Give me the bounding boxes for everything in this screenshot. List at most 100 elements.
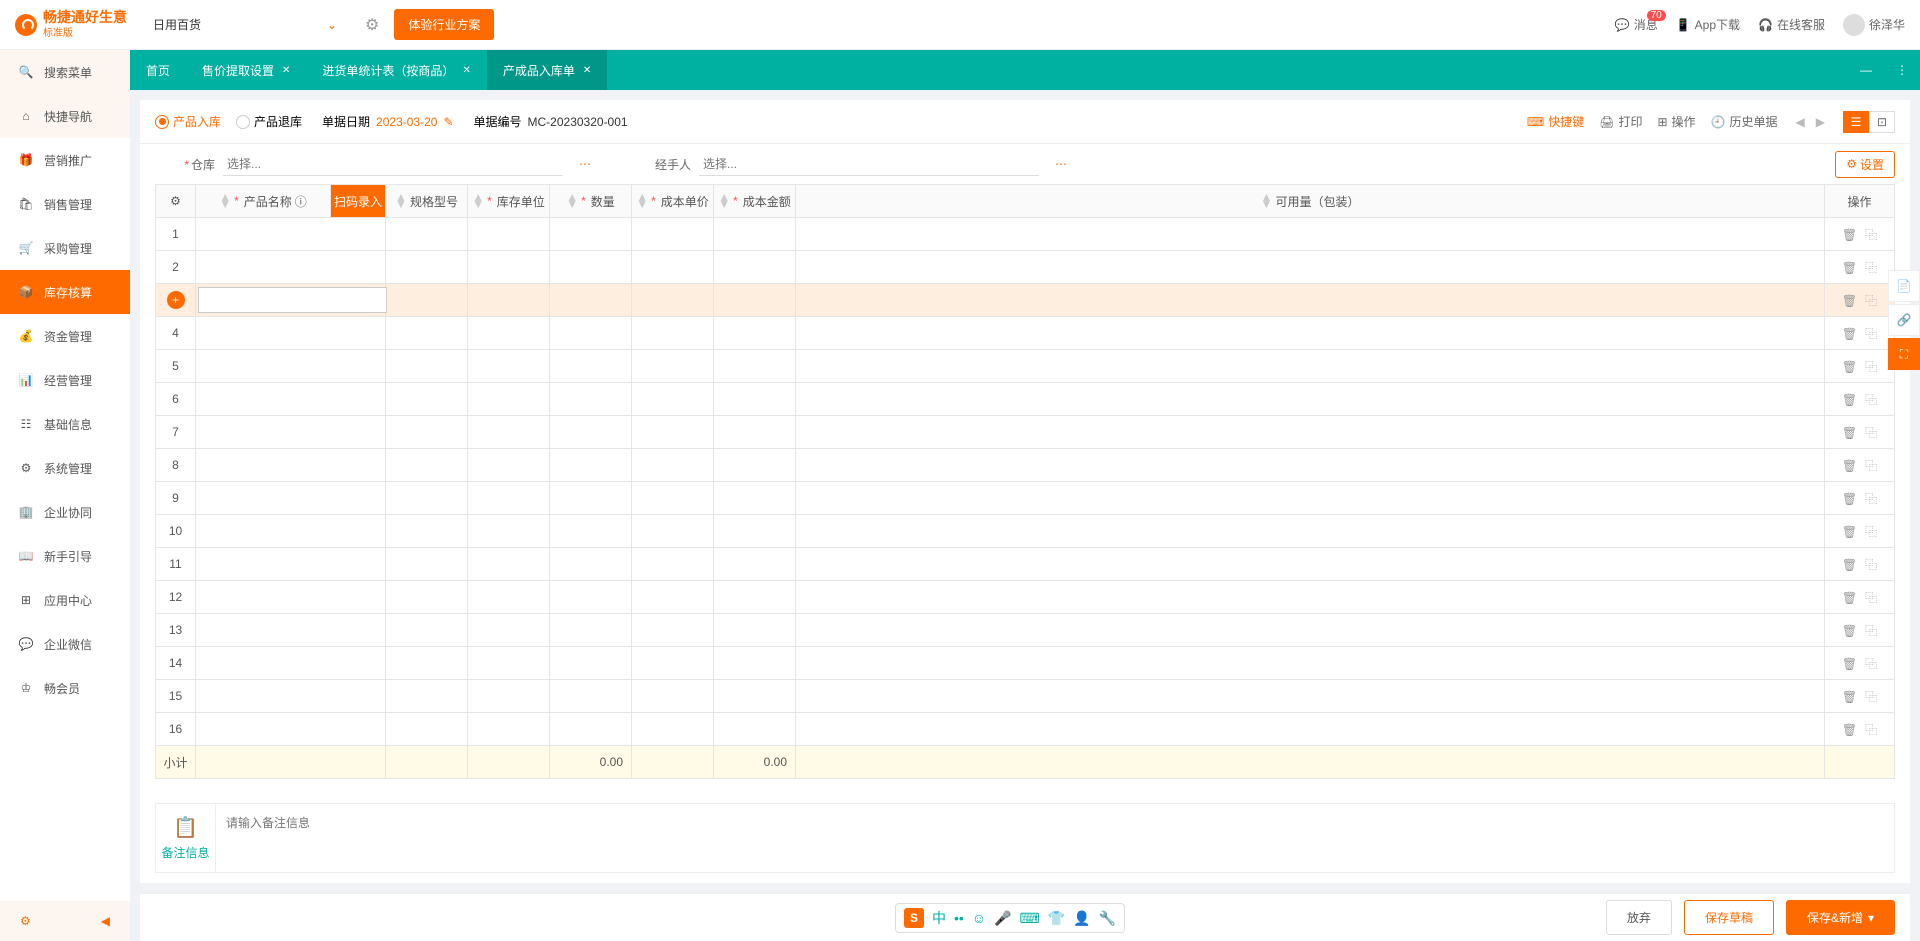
- copy-icon[interactable]: ⿻: [1865, 294, 1877, 308]
- save-draft-button[interactable]: 保存草稿: [1684, 900, 1774, 935]
- product-name-input[interactable]: [198, 287, 387, 313]
- cell-name[interactable]: [196, 449, 386, 482]
- scan-entry-button[interactable]: 扫码录入: [331, 185, 386, 218]
- cell-name[interactable]: [196, 350, 386, 383]
- cell-spec[interactable]: [386, 251, 468, 284]
- cell-amt[interactable]: [714, 713, 796, 746]
- cell-qty[interactable]: [550, 416, 632, 449]
- tab-1[interactable]: 售价提取设置✕: [186, 50, 306, 90]
- cell-avail[interactable]: [796, 383, 1825, 416]
- cell-spec[interactable]: [386, 482, 468, 515]
- view-detail-button[interactable]: ⊡: [1869, 111, 1895, 133]
- cell-name[interactable]: [196, 482, 386, 515]
- copy-icon[interactable]: ⿻: [1865, 525, 1877, 539]
- copy-icon[interactable]: ⿻: [1865, 624, 1877, 638]
- ime-keyboard-icon[interactable]: ⌨: [1020, 910, 1040, 927]
- cell-spec[interactable]: [386, 416, 468, 449]
- cell-name[interactable]: [196, 581, 386, 614]
- cell-unit[interactable]: [468, 482, 550, 515]
- cell-amt[interactable]: [714, 350, 796, 383]
- cell-qty[interactable]: [550, 482, 632, 515]
- sidebar-item-13[interactable]: 💬企业微信: [0, 622, 130, 666]
- cell-name[interactable]: [196, 218, 386, 251]
- delete-icon[interactable]: 🗑: [1842, 591, 1857, 605]
- table-container[interactable]: ⚙ ▲▼*产品名称ⓘ 扫码录入 ▲▼规格型号 ▲▼*库存单位 ▲▼*数量 ▲▼*…: [140, 184, 1910, 803]
- cell-name[interactable]: [196, 317, 386, 350]
- prev-button[interactable]: ◀: [1793, 112, 1808, 132]
- cell-price[interactable]: [632, 449, 714, 482]
- table-row[interactable]: 14🗑⿻: [156, 647, 1895, 680]
- table-row[interactable]: 13🗑⿻: [156, 614, 1895, 647]
- cell-unit[interactable]: [468, 317, 550, 350]
- copy-icon[interactable]: ⿻: [1865, 591, 1877, 605]
- cell-unit[interactable]: [468, 350, 550, 383]
- cell-qty[interactable]: [550, 317, 632, 350]
- delete-icon[interactable]: 🗑: [1842, 393, 1857, 407]
- table-row[interactable]: 2🗑⿻: [156, 251, 1895, 284]
- cell-price[interactable]: [632, 581, 714, 614]
- cell-price[interactable]: [632, 482, 714, 515]
- cell-amt[interactable]: [714, 581, 796, 614]
- sidebar-item-3[interactable]: 🛍销售管理: [0, 182, 130, 226]
- sidebar-item-10[interactable]: 🏢企业协同: [0, 490, 130, 534]
- cell-price[interactable]: [632, 218, 714, 251]
- sidebar-item-4[interactable]: 🛒采购管理: [0, 226, 130, 270]
- operate-button[interactable]: ⊞操作: [1657, 113, 1695, 130]
- print-button[interactable]: 🖨打印: [1599, 113, 1642, 130]
- cell-avail[interactable]: [796, 416, 1825, 449]
- cell-spec[interactable]: [386, 548, 468, 581]
- col-available[interactable]: ▲▼可用量（包装）: [796, 185, 1825, 218]
- cell-name[interactable]: [196, 614, 386, 647]
- ime-tools-icon[interactable]: 🔧: [1099, 910, 1116, 927]
- cell-avail[interactable]: [796, 680, 1825, 713]
- gear-icon[interactable]: ⚙: [365, 15, 379, 35]
- copy-icon[interactable]: ⿻: [1865, 558, 1877, 572]
- cell-price[interactable]: [632, 614, 714, 647]
- ime-toolbar[interactable]: S 中 •• ☺ 🎤 ⌨ 👕 👤 🔧: [895, 903, 1125, 933]
- col-config[interactable]: ⚙: [156, 185, 196, 218]
- cell-amt[interactable]: [714, 515, 796, 548]
- cell-price[interactable]: [632, 284, 714, 317]
- delete-icon[interactable]: 🗑: [1842, 294, 1857, 308]
- cell-unit[interactable]: [468, 416, 550, 449]
- remarks-input[interactable]: [216, 804, 1894, 872]
- next-button[interactable]: ▶: [1813, 112, 1828, 132]
- copy-icon[interactable]: ⿻: [1865, 657, 1877, 671]
- app-download-button[interactable]: 📱 App下载: [1676, 16, 1740, 33]
- cell-amt[interactable]: [714, 383, 796, 416]
- table-row[interactable]: 11🗑⿻: [156, 548, 1895, 581]
- cell-qty[interactable]: [550, 218, 632, 251]
- table-row[interactable]: +🗑⿻: [156, 284, 1895, 317]
- cell-avail[interactable]: [796, 218, 1825, 251]
- cell-avail[interactable]: [796, 548, 1825, 581]
- cell-unit[interactable]: [468, 251, 550, 284]
- cell-amt[interactable]: [714, 647, 796, 680]
- cell-unit[interactable]: [468, 515, 550, 548]
- cell-name[interactable]: [196, 713, 386, 746]
- ime-punct-icon[interactable]: ••: [954, 910, 964, 926]
- cell-price[interactable]: [632, 416, 714, 449]
- table-row[interactable]: 12🗑⿻: [156, 581, 1895, 614]
- table-row[interactable]: 8🗑⿻: [156, 449, 1895, 482]
- table-row[interactable]: 16🗑⿻: [156, 713, 1895, 746]
- copy-icon[interactable]: ⿻: [1865, 690, 1877, 704]
- cell-name[interactable]: [196, 284, 386, 317]
- view-list-button[interactable]: ☰: [1843, 111, 1869, 133]
- ime-skin-icon[interactable]: 👕: [1048, 910, 1065, 927]
- cell-spec[interactable]: [386, 383, 468, 416]
- cell-name[interactable]: [196, 548, 386, 581]
- tab-2[interactable]: 进货单统计表（按商品）✕: [306, 50, 486, 90]
- copy-icon[interactable]: ⿻: [1865, 261, 1877, 275]
- warehouse-input[interactable]: [223, 153, 563, 176]
- shortcut-button[interactable]: ⌨快捷键: [1527, 113, 1584, 130]
- sidebar-item-2[interactable]: 🎁营销推广: [0, 138, 130, 182]
- cell-spec[interactable]: [386, 614, 468, 647]
- delete-icon[interactable]: 🗑: [1842, 492, 1857, 506]
- cell-spec[interactable]: [386, 680, 468, 713]
- cell-avail[interactable]: [796, 251, 1825, 284]
- setting-button[interactable]: ⚙ 设置: [1835, 151, 1895, 178]
- cell-qty[interactable]: [550, 614, 632, 647]
- save-new-button[interactable]: 保存&新增 ▾: [1786, 900, 1895, 935]
- cell-name[interactable]: [196, 383, 386, 416]
- sidebar-item-11[interactable]: 📖新手引导: [0, 534, 130, 578]
